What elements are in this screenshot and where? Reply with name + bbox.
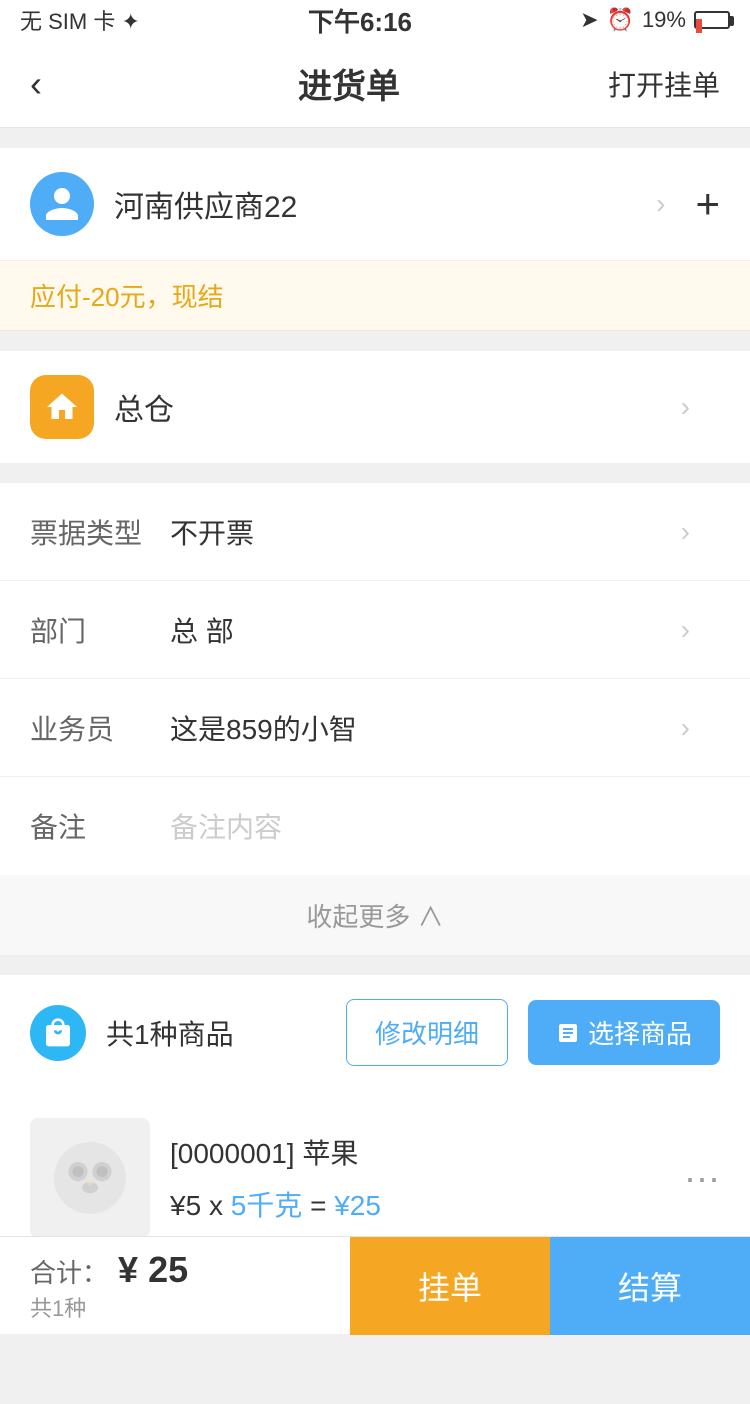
home-icon [44,389,80,425]
department-chevron-icon: › [681,614,690,646]
section-gap-2 [0,331,750,351]
status-right: ➤ ⏰ 19% [580,7,730,33]
sales-person-row[interactable]: 业务员 这是859的小智 › [0,679,750,777]
bottom-bar: 合计： ¥ 25 共1种 挂单 结算 [0,1236,750,1334]
warehouse-chevron-icon: › [681,391,690,423]
remark-row[interactable]: 备注 备注内容 [0,777,750,875]
page-title: 进货单 [298,59,400,108]
status-left: 无 SIM 卡 ✦ [20,4,140,36]
products-section: 共1种商品 修改明细 选择商品 [0,975,750,1266]
equals-sign: = [310,1190,334,1221]
summary-total: 合计： ¥ 25 [30,1249,320,1291]
sales-person-value: 这是859的小智 [150,708,681,748]
summary-label: 合计： [30,1253,108,1290]
battery-icon [694,11,730,29]
remark-label: 备注 [30,806,150,846]
warning-banner: 应付-20元，现结 [0,261,750,331]
summary-amount: ¥ 25 [118,1249,188,1291]
price-separator: x [209,1190,231,1221]
section-gap-3 [0,463,750,483]
product-id: [0000001] [170,1138,295,1169]
ticket-type-row[interactable]: 票据类型 不开票 › [0,483,750,581]
ticket-type-chevron-icon: › [681,516,690,548]
quantity: 5千克 [231,1190,303,1221]
select-product-label: 选择商品 [588,1014,692,1051]
warehouse-icon [30,375,94,439]
warehouse-row[interactable]: 总仓 › [0,351,750,463]
open-pending-button[interactable]: 打开挂单 [608,64,720,104]
ticket-type-value: 不开票 [150,512,681,552]
item-total: ¥25 [334,1190,381,1221]
summary-count: 共1种 [30,1291,320,1323]
more-options-button[interactable]: ··· [684,1157,720,1199]
person-icon [42,184,82,224]
product-price: ¥5 x 5千克 = ¥25 [170,1184,664,1224]
products-count: 共1种商品 [106,1013,326,1053]
supplier-chevron-icon: › [656,188,665,220]
product-info: [0000001] 苹果 ¥5 x 5千克 = ¥25 [170,1132,664,1224]
alarm-icon: ⏰ [607,7,634,33]
main-content: 河南供应商22 › + 应付-20元，现结 总仓 › 票据类型 不开票 › 部门 [0,128,750,1404]
edit-details-button[interactable]: 修改明细 [346,999,508,1066]
product-thumbnail [30,1118,150,1238]
select-product-button[interactable]: 选择商品 [528,1000,720,1065]
nav-bar: ‹ 进货单 打开挂单 [0,40,750,128]
department-label: 部门 [30,610,150,650]
checkout-button[interactable]: 结算 [550,1237,750,1335]
add-supplier-button[interactable]: + [695,183,720,225]
sales-person-label: 业务员 [30,708,150,748]
currency-symbol: ¥ [118,1249,138,1290]
total-amount: 25 [148,1249,188,1290]
status-bar: 无 SIM 卡 ✦ 下午6:16 ➤ ⏰ 19% [0,0,750,40]
unit-price: ¥5 [170,1190,201,1221]
back-button[interactable]: ‹ [30,63,90,105]
product-title-name: 苹果 [302,1138,358,1169]
warehouse-section: 总仓 › [0,351,750,463]
section-gap-1 [0,128,750,148]
supplier-row[interactable]: 河南供应商22 › + [0,148,750,261]
section-gap-4 [0,955,750,975]
warehouse-name: 总仓 [114,385,681,429]
owl-logo-icon [50,1138,130,1218]
select-product-icon [556,1021,580,1045]
location-icon: ➤ [580,7,598,33]
sales-person-chevron-icon: › [681,712,690,744]
hang-order-button[interactable]: 挂单 [350,1237,550,1335]
collapse-button[interactable]: 收起更多 ∧ [0,875,750,955]
supplier-name: 河南供应商22 [114,182,656,226]
product-name: [0000001] 苹果 [170,1132,664,1172]
battery-text: 19% [642,7,686,33]
products-icon [30,1005,86,1061]
products-header: 共1种商品 修改明细 选择商品 [0,975,750,1090]
department-row[interactable]: 部门 总 部 › [0,581,750,679]
supplier-section: 河南供应商22 › + 应付-20元，现结 [0,148,750,331]
status-time: 下午6:16 [308,2,412,39]
shopping-bag-icon [42,1017,74,1049]
sim-status: 无 SIM 卡 ✦ [20,4,140,36]
ticket-type-label: 票据类型 [30,512,150,552]
summary-section: 合计： ¥ 25 共1种 [0,1249,350,1323]
remark-input[interactable]: 备注内容 [150,806,720,846]
form-section: 票据类型 不开票 › 部门 总 部 › 业务员 这是859的小智 › 备注 备注… [0,483,750,875]
supplier-avatar [30,172,94,236]
department-value: 总 部 [150,610,681,650]
